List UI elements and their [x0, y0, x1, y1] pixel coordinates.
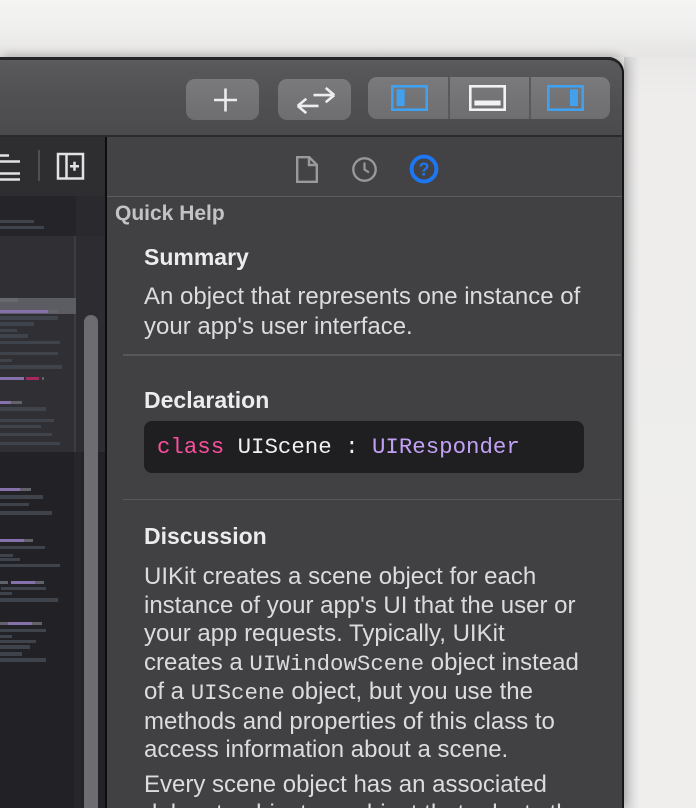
svg-text:?: ? [419, 159, 430, 179]
